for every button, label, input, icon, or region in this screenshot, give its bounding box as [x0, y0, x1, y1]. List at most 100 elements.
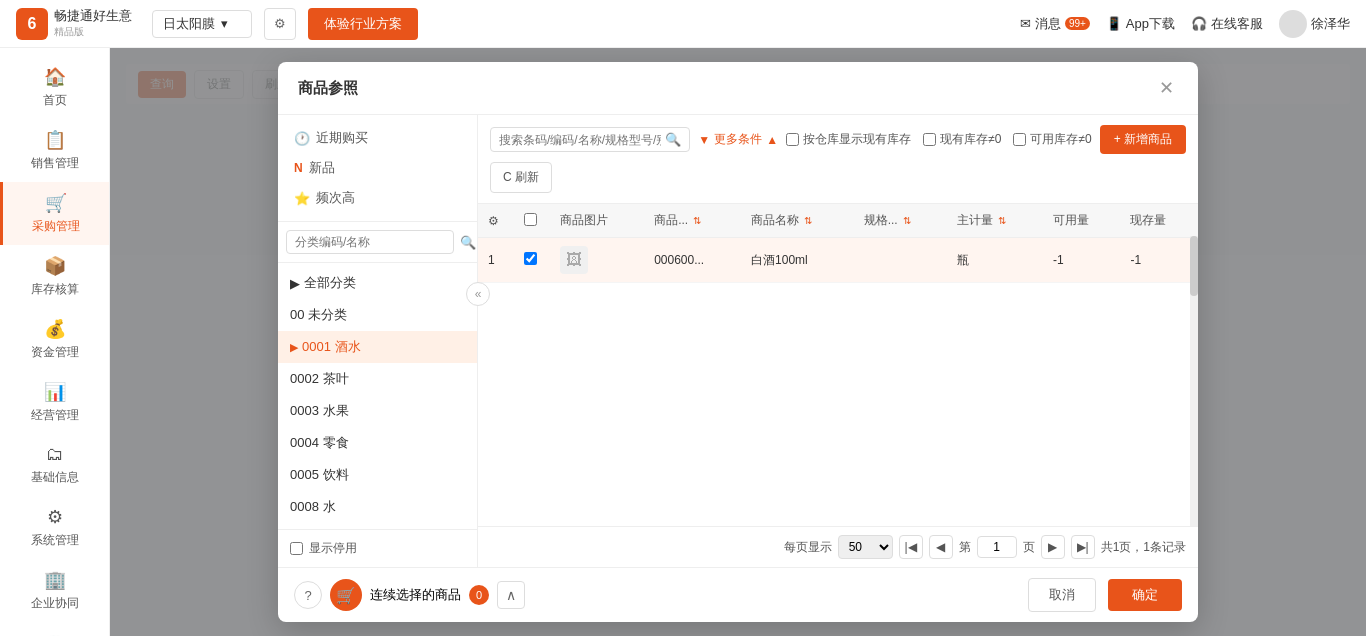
store-selector[interactable]: 日太阳膜 ▾ [152, 10, 252, 38]
cat-all-label: 全部分类 [304, 274, 356, 292]
cart-text: 连续选择的商品 [370, 586, 461, 604]
th-spec[interactable]: 规格... ⇅ [854, 204, 947, 238]
help-button[interactable]: ? [294, 581, 322, 609]
sidebar-item-enterprise[interactable]: 🏢 企业协同 [0, 559, 109, 622]
sidebar-item-guide[interactable]: 📖 新手引导 [0, 622, 109, 636]
search-submit-icon[interactable]: 🔍 [665, 132, 681, 147]
th-available-label: 可用量 [1053, 213, 1089, 227]
product-table-area: ⚙ 商品图片 商品... ⇅ [478, 204, 1198, 526]
scrollbar-thumb [1190, 236, 1198, 296]
sidebar-label-inventory: 库存核算 [31, 281, 79, 298]
new-icon: N [294, 161, 303, 175]
app-download-button[interactable]: 📱 App下载 [1106, 15, 1175, 33]
row-select-checkbox[interactable] [524, 252, 537, 265]
warehouse-checkbox[interactable] [786, 133, 799, 146]
enterprise-icon: 🏢 [44, 569, 66, 591]
cat-0004[interactable]: 0004 零食 [278, 427, 477, 459]
th-unit-label: 主计量 [957, 213, 993, 227]
th-settings[interactable]: ⚙ [478, 204, 514, 238]
available-ne0-checkbox[interactable] [1013, 133, 1026, 146]
product-search-input[interactable] [499, 133, 661, 147]
table-row[interactable]: 1 🖼 000600... 白酒100ml [478, 238, 1198, 283]
settings-button[interactable]: ⚙ [264, 8, 296, 40]
user-menu[interactable]: 徐泽华 [1279, 10, 1350, 38]
th-checkbox [514, 204, 550, 238]
table-body: 1 🖼 000600... 白酒100ml [478, 238, 1198, 283]
sidebar-item-basic[interactable]: 🗂 基础信息 [0, 434, 109, 496]
logo-icon: 6 [16, 8, 48, 40]
content-area: 查询 设置 刷新 商品参照 ✕ [110, 48, 1366, 636]
collapse-cart-button[interactable]: ∧ [497, 581, 525, 609]
page-size-select[interactable]: 50 100 200 [838, 535, 893, 559]
cat-0002[interactable]: 0002 茶叶 [278, 363, 477, 395]
system-icon: ⚙ [47, 506, 63, 528]
stock-ne0-checkbox[interactable] [923, 133, 936, 146]
sidebar-label-operation: 经营管理 [31, 407, 79, 424]
sidebar-item-home[interactable]: 🏠 首页 [0, 56, 109, 119]
row-spec [854, 238, 947, 283]
image-placeholder: 🖼 [566, 251, 582, 269]
th-spec-label: 规格... [864, 213, 898, 227]
sidebar-item-sales[interactable]: 📋 销售管理 [0, 119, 109, 182]
page-number-input[interactable] [977, 536, 1017, 558]
product-thumbnail: 🖼 [560, 246, 588, 274]
new-product-link[interactable]: N 新品 [286, 153, 469, 183]
cat-0005[interactable]: 0005 饮料 [278, 459, 477, 491]
add-product-button[interactable]: + 新增商品 [1100, 125, 1186, 154]
guide-icon: 📖 [44, 632, 66, 636]
cancel-button[interactable]: 取消 [1028, 578, 1096, 612]
first-page-button[interactable]: |◀ [899, 535, 923, 559]
trial-button[interactable]: 体验行业方案 [308, 8, 418, 40]
cat-all[interactable]: ▶ 全部分类 [278, 267, 477, 299]
search-icon[interactable]: 🔍 [460, 235, 476, 250]
sidebar-item-finance[interactable]: 💰 资金管理 [0, 308, 109, 371]
refresh-button[interactable]: C 刷新 [490, 162, 552, 193]
logo: 6 畅捷通好生意 精品版 [16, 8, 132, 40]
th-name[interactable]: 商品名称 ⇅ [741, 204, 854, 238]
headset-icon: 🎧 [1191, 16, 1207, 31]
table-toolbar: 🔍 ▼ 更多条件 ▲ 按仓库显示现有库存 [478, 115, 1198, 204]
recent-purchase-link[interactable]: 🕐 近期购买 [286, 123, 469, 153]
sidebar-item-inventory[interactable]: 📦 库存核算 [0, 245, 109, 308]
vertical-scrollbar[interactable] [1190, 236, 1198, 526]
app-icon: 📱 [1106, 16, 1122, 31]
main-layout: 🏠 首页 📋 销售管理 🛒 采购管理 📦 库存核算 💰 资金管理 📊 经营管理 … [0, 48, 1366, 636]
cat-0003[interactable]: 0003 水果 [278, 395, 477, 427]
th-code[interactable]: 商品... ⇅ [644, 204, 741, 238]
collapse-button[interactable]: « [466, 282, 490, 306]
modal-footer: ? 🛒 连续选择的商品 0 ∧ 取消 确定 [278, 567, 1198, 622]
modal-header: 商品参照 ✕ [278, 62, 1198, 115]
available-ne0-text: 可用库存≠0 [1030, 131, 1091, 148]
last-page-button[interactable]: ▶| [1071, 535, 1095, 559]
cat-0008[interactable]: 0008 水 [278, 491, 477, 523]
filter-arrow-icon: ▲ [766, 133, 778, 147]
cat-00[interactable]: 00 未分类 [278, 299, 477, 331]
cat-00-label: 00 未分类 [290, 306, 347, 324]
online-service-button[interactable]: 🎧 在线客服 [1191, 15, 1263, 33]
select-all-checkbox[interactable] [524, 213, 537, 226]
confirm-button[interactable]: 确定 [1108, 579, 1182, 611]
more-filter-button[interactable]: ▼ 更多条件 ▲ [698, 131, 778, 148]
prev-page-button[interactable]: ◀ [929, 535, 953, 559]
sidebar-label-finance: 资金管理 [31, 344, 79, 361]
show-disabled-checkbox[interactable] [290, 542, 303, 555]
sort-spec-icon: ⇅ [903, 215, 911, 226]
message-icon: ✉ [1020, 16, 1031, 31]
modal-close-button[interactable]: ✕ [1154, 76, 1178, 100]
sidebar-label-home: 首页 [43, 92, 67, 109]
cart-count-badge: 0 [469, 585, 489, 605]
cat-0004-label: 0004 零食 [290, 434, 349, 452]
home-icon: 🏠 [44, 66, 66, 88]
row-checkbox [514, 238, 550, 283]
th-image: 商品图片 [550, 204, 644, 238]
sidebar-item-system[interactable]: ⚙ 系统管理 [0, 496, 109, 559]
cart-button[interactable]: 🛒 [330, 579, 362, 611]
sidebar-item-operation[interactable]: 📊 经营管理 [0, 371, 109, 434]
frequent-link[interactable]: ⭐ 频次高 [286, 183, 469, 213]
category-search-input[interactable] [286, 230, 454, 254]
th-unit[interactable]: 主计量 ⇅ [947, 204, 1043, 238]
sidebar-item-purchase[interactable]: 🛒 采购管理 [0, 182, 109, 245]
cat-0001[interactable]: ▶ 0001 酒水 [278, 331, 477, 363]
messages-button[interactable]: ✉ 消息 99+ [1020, 15, 1090, 33]
next-page-button[interactable]: ▶ [1041, 535, 1065, 559]
